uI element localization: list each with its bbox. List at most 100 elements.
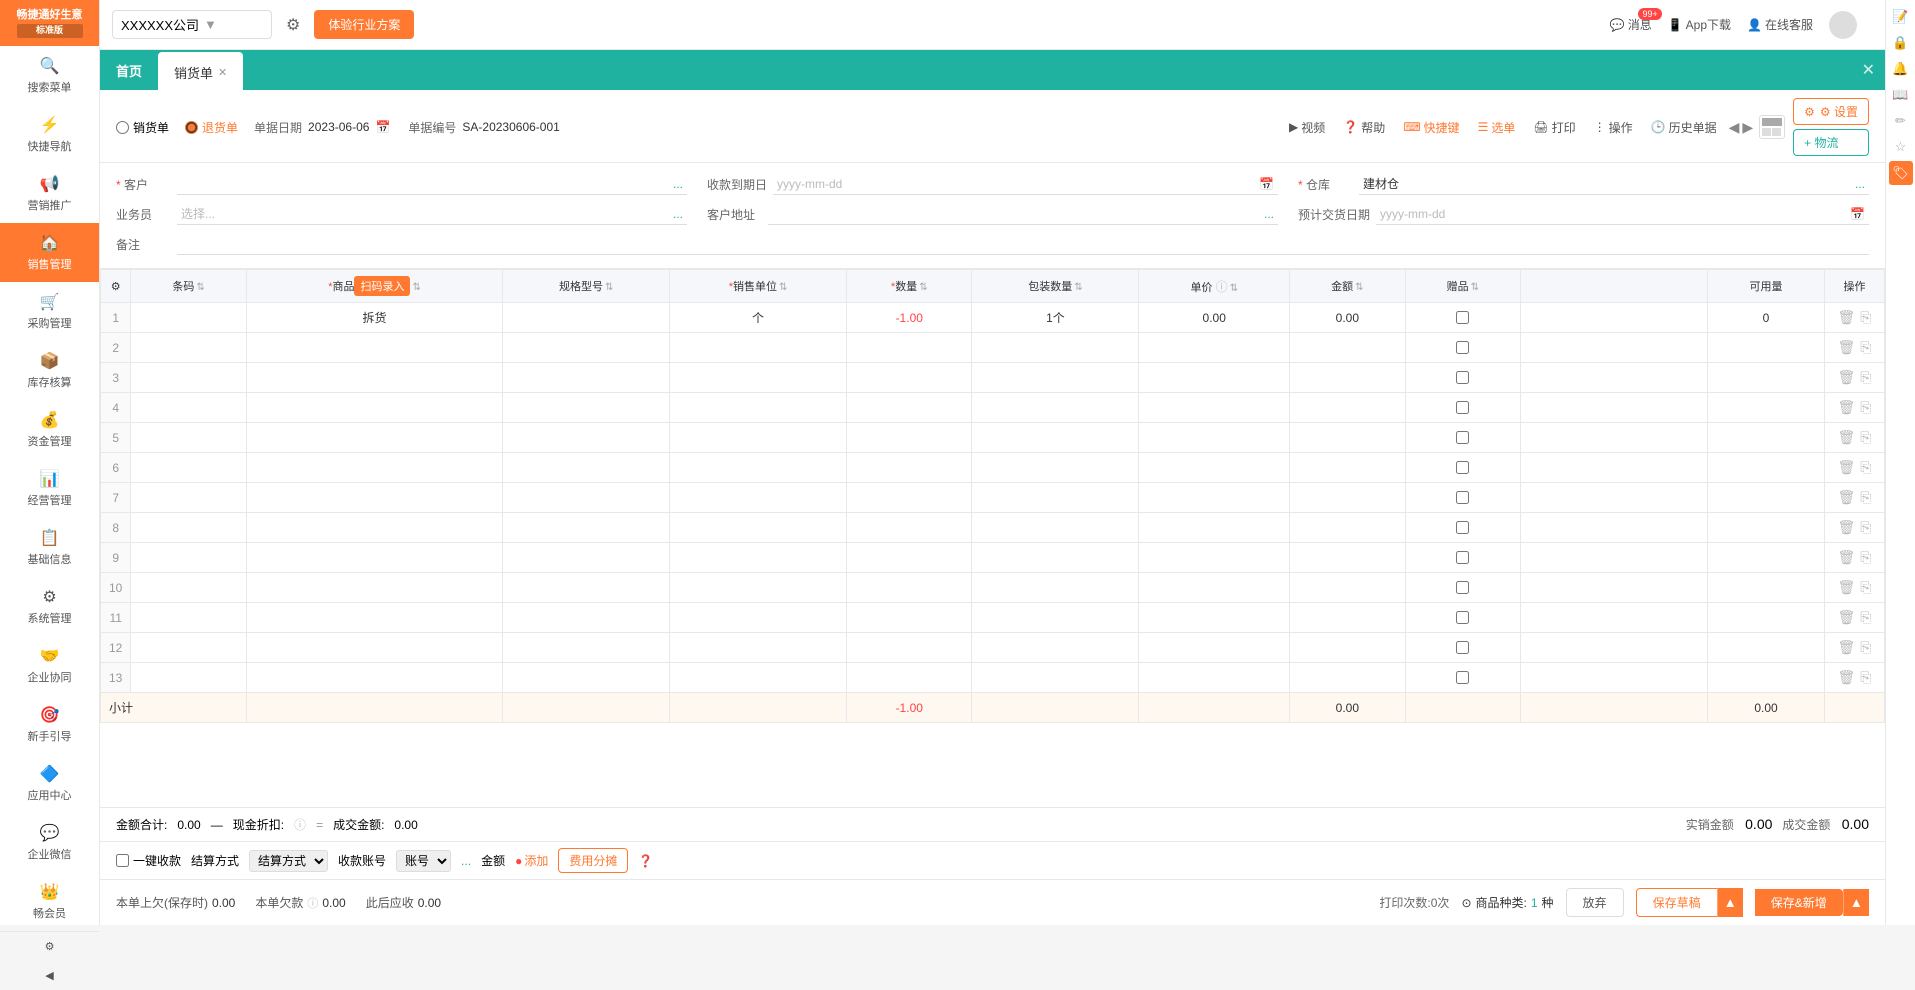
- delete-icon[interactable]: 🗑: [1838, 639, 1856, 656]
- sort-barcode[interactable]: ⇅: [196, 282, 204, 293]
- actions-button[interactable]: ⋮ 操作: [1588, 116, 1639, 139]
- row-amount[interactable]: [1290, 483, 1405, 513]
- copy-icon[interactable]: ⎘: [1860, 429, 1871, 446]
- row-price[interactable]: [1139, 423, 1290, 453]
- delete-icon[interactable]: 🗑: [1838, 609, 1856, 626]
- save-new-button[interactable]: 保存&新增: [1755, 889, 1843, 916]
- row-spec[interactable]: [503, 393, 670, 423]
- row-qty[interactable]: [847, 363, 972, 393]
- row-barcode[interactable]: [131, 423, 246, 453]
- row-pkg-qty[interactable]: [972, 363, 1139, 393]
- rp-btn-3[interactable]: 🔔: [1889, 57, 1913, 81]
- row-gift[interactable]: [1405, 333, 1520, 363]
- row-product[interactable]: [246, 483, 502, 513]
- warehouse-dots[interactable]: ...: [1855, 177, 1865, 191]
- row-unit[interactable]: [670, 483, 847, 513]
- row-amount[interactable]: [1290, 363, 1405, 393]
- row-amount[interactable]: [1290, 513, 1405, 543]
- row-gift[interactable]: [1405, 633, 1520, 663]
- company-selector[interactable]: XXXXXX公司 ▼: [112, 10, 272, 39]
- prev-arrow[interactable]: ◀: [1729, 119, 1740, 136]
- row-amount[interactable]: [1290, 633, 1405, 663]
- delete-icon[interactable]: 🗑: [1838, 519, 1856, 536]
- row-amount[interactable]: [1290, 543, 1405, 573]
- delete-icon[interactable]: 🗑: [1838, 669, 1856, 686]
- row-product[interactable]: [246, 543, 502, 573]
- row-spec[interactable]: [503, 423, 670, 453]
- row-product[interactable]: [246, 453, 502, 483]
- row-spec[interactable]: [503, 303, 670, 333]
- rp-btn-1[interactable]: 📝: [1889, 5, 1913, 29]
- row-barcode[interactable]: [131, 453, 246, 483]
- row-barcode[interactable]: [131, 483, 246, 513]
- save-new-arrow[interactable]: ▲: [1843, 889, 1869, 916]
- row-unit[interactable]: [670, 393, 847, 423]
- row-product[interactable]: [246, 423, 502, 453]
- sidebar-item-weixin[interactable]: 💬 企业微信: [0, 813, 99, 872]
- sidebar-item-purchase[interactable]: 🛒 采购管理: [0, 282, 99, 341]
- row-qty[interactable]: [847, 633, 972, 663]
- row-qty[interactable]: [847, 333, 972, 363]
- row-price[interactable]: [1139, 573, 1290, 603]
- row-amount[interactable]: [1290, 393, 1405, 423]
- row-pkg-qty[interactable]: [972, 453, 1139, 483]
- delete-icon[interactable]: 🗑: [1838, 309, 1856, 326]
- sidebar-item-guide[interactable]: 🎯 新手引导: [0, 695, 99, 754]
- row-pkg-qty[interactable]: [972, 333, 1139, 363]
- rp-btn-6[interactable]: ☆: [1889, 135, 1913, 159]
- row-barcode[interactable]: [131, 363, 246, 393]
- row-spec[interactable]: [503, 633, 670, 663]
- sidebar-item-marketing[interactable]: 📢 营销推广: [0, 164, 99, 223]
- shortcut-button[interactable]: ⌨ 快捷键: [1397, 116, 1465, 139]
- row-unit[interactable]: [670, 333, 847, 363]
- sidebar-collapse[interactable]: ◀: [0, 961, 99, 990]
- sort-price[interactable]: ⇅: [1230, 283, 1238, 294]
- row-unit[interactable]: [670, 603, 847, 633]
- industry-plan-button[interactable]: 体验行业方案: [314, 10, 414, 39]
- copy-icon[interactable]: ⎘: [1860, 579, 1871, 596]
- row-amount[interactable]: [1290, 333, 1405, 363]
- row-qty[interactable]: -1.00: [847, 303, 972, 333]
- sidebar-item-search[interactable]: 🔍 搜索菜单: [0, 46, 99, 105]
- delete-icon[interactable]: 🗑: [1838, 399, 1856, 416]
- add-button[interactable]: ● 添加: [515, 852, 548, 869]
- row-amount[interactable]: [1290, 573, 1405, 603]
- row-price[interactable]: [1139, 633, 1290, 663]
- sidebar-item-collab[interactable]: 🤝 企业协同: [0, 636, 99, 695]
- row-price[interactable]: [1139, 393, 1290, 423]
- row-pkg-qty[interactable]: [972, 483, 1139, 513]
- row-qty[interactable]: [847, 513, 972, 543]
- row-qty[interactable]: [847, 423, 972, 453]
- row-product[interactable]: 拆货: [246, 303, 502, 333]
- row-pkg-qty[interactable]: [972, 663, 1139, 693]
- customer-addr-input[interactable]: ...: [768, 203, 1278, 225]
- select-button[interactable]: ☰ 选单: [1472, 116, 1522, 139]
- row-spec[interactable]: [503, 603, 670, 633]
- row-amount[interactable]: [1290, 453, 1405, 483]
- row-pkg-qty[interactable]: [972, 543, 1139, 573]
- sidebar-item-finance[interactable]: 💰 资金管理: [0, 400, 99, 459]
- sidebar-item-inventory[interactable]: 📦 库存核算: [0, 341, 99, 400]
- sort-unit[interactable]: ⇅: [779, 282, 787, 293]
- delete-icon[interactable]: 🗑: [1838, 549, 1856, 566]
- copy-icon[interactable]: ⎘: [1860, 309, 1871, 326]
- row-barcode[interactable]: [131, 543, 246, 573]
- row-unit[interactable]: [670, 633, 847, 663]
- copy-icon[interactable]: ⎘: [1860, 489, 1871, 506]
- delete-icon[interactable]: 🗑: [1838, 369, 1856, 386]
- account-dots[interactable]: ...: [461, 854, 471, 868]
- sort-spec[interactable]: ⇅: [605, 282, 613, 293]
- row-gift[interactable]: [1405, 513, 1520, 543]
- row-pkg-qty[interactable]: [972, 423, 1139, 453]
- user-avatar[interactable]: [1829, 11, 1857, 39]
- row-qty[interactable]: [847, 603, 972, 633]
- row-unit[interactable]: 个: [670, 303, 847, 333]
- row-barcode[interactable]: [131, 303, 246, 333]
- one-click-checkbox[interactable]: 一键收款: [116, 852, 181, 869]
- delete-icon[interactable]: 🗑: [1838, 459, 1856, 476]
- sidebar-settings[interactable]: ⚙: [0, 932, 99, 961]
- row-qty[interactable]: [847, 543, 972, 573]
- tab-close-icon[interactable]: ✕: [218, 66, 227, 79]
- row-product[interactable]: [246, 573, 502, 603]
- row-gift[interactable]: [1405, 603, 1520, 633]
